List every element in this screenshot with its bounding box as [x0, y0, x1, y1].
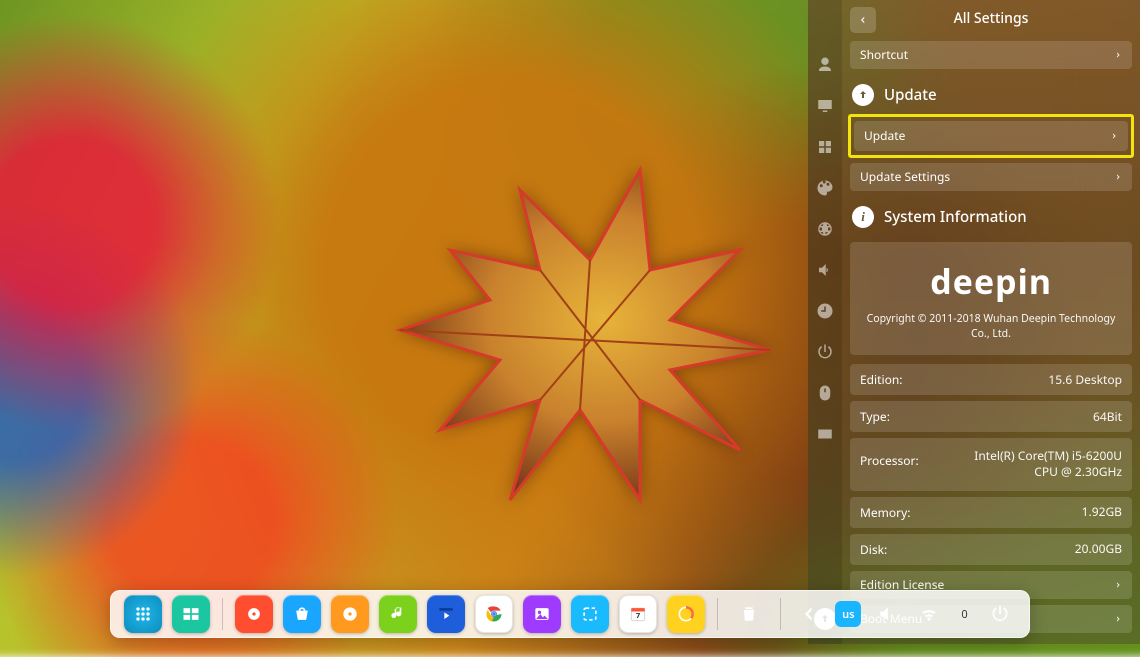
music-icon[interactable] — [331, 595, 369, 633]
dock-separator — [717, 598, 718, 630]
processor-row: Processor: Intel(R) Core(TM) i5-6200U CP… — [850, 438, 1132, 490]
disk-row: Disk: 20.00GB — [850, 534, 1132, 565]
brand-card: deepin Copyright © 2011-2018 Wuhan Deepi… — [850, 242, 1132, 355]
mouse-icon[interactable] — [816, 384, 834, 402]
sysinfo-section-header: i System Information — [852, 206, 1130, 228]
keyboard-layout-indicator[interactable]: us — [835, 601, 861, 627]
tray-chevron-icon[interactable] — [799, 604, 819, 624]
memory-key: Memory: — [860, 504, 910, 521]
system-monitor-icon[interactable] — [667, 595, 705, 633]
update-section-icon — [852, 84, 874, 106]
tray-sound-icon[interactable] — [871, 595, 903, 633]
type-row: Type: 64Bit — [850, 401, 1132, 432]
screenshot-icon[interactable] — [571, 595, 609, 633]
panel-title: All Settings — [954, 9, 1029, 28]
processor-value: Intel(R) Core(TM) i5-6200U CPU @ 2.30GHz — [952, 448, 1122, 480]
svg-text:7: 7 — [636, 611, 641, 621]
clock-text: 0 — [961, 607, 967, 622]
power-icon[interactable] — [816, 343, 834, 361]
calendar-icon[interactable]: 7 — [619, 595, 657, 633]
update-settings-row[interactable]: Update Settings — [850, 163, 1132, 191]
tray-power-icon[interactable] — [984, 595, 1016, 633]
launcher-icon[interactable] — [124, 595, 162, 633]
app-store-icon[interactable] — [283, 595, 321, 633]
edition-value: 15.6 Desktop — [1048, 372, 1122, 388]
multitask-icon[interactable] — [172, 595, 210, 633]
keyboard-layout-label: us — [842, 607, 854, 622]
movie-icon[interactable] — [427, 595, 465, 633]
dock: 7 us 0 — [0, 590, 1140, 638]
sysinfo-section-label: System Information — [884, 207, 1027, 227]
accounts-icon[interactable] — [816, 56, 834, 74]
time-date-icon[interactable] — [816, 302, 834, 320]
update-settings-label: Update Settings — [860, 168, 950, 185]
settings-panel-body: All Settings Shortcut Update Update Upda… — [842, 0, 1140, 644]
display-icon[interactable] — [816, 97, 834, 115]
type-value: 64Bit — [1093, 409, 1122, 425]
highlight-annotation: Update — [848, 114, 1134, 158]
update-section-label: Update — [884, 85, 937, 105]
image-viewer-icon[interactable] — [523, 595, 561, 633]
clock[interactable]: 0 — [955, 607, 973, 622]
default-apps-icon[interactable] — [816, 138, 834, 156]
dock-separator — [222, 598, 223, 630]
back-button[interactable] — [850, 7, 876, 33]
dock-separator — [780, 598, 781, 630]
type-key: Type: — [860, 408, 890, 425]
update-row[interactable]: Update — [854, 121, 1128, 151]
memory-value: 1.92GB — [1082, 504, 1122, 520]
update-section-header: Update — [852, 84, 1130, 106]
disk-key: Disk: — [860, 541, 887, 558]
trash-icon[interactable] — [730, 595, 768, 633]
tray-area[interactable] — [793, 595, 825, 633]
personalization-icon[interactable] — [816, 179, 834, 197]
music-note-icon[interactable] — [379, 595, 417, 633]
edition-key: Edition: — [860, 371, 902, 388]
network-icon[interactable] — [816, 220, 834, 238]
info-icon: i — [852, 206, 874, 228]
shortcut-row[interactable]: Shortcut — [850, 41, 1132, 69]
edition-row: Edition: 15.6 Desktop — [850, 364, 1132, 395]
sound-icon[interactable] — [816, 261, 834, 279]
brand-logo-text: deepin — [860, 258, 1122, 304]
memory-row: Memory: 1.92GB — [850, 497, 1132, 528]
chevron-right-icon — [1114, 46, 1122, 63]
settings-panel: All Settings Shortcut Update Update Upda… — [808, 0, 1140, 644]
disk-value: 20.00GB — [1075, 541, 1122, 557]
keyboard-icon[interactable] — [816, 425, 834, 443]
update-label: Update — [864, 127, 905, 144]
wallpaper-leaf — [340, 100, 780, 540]
chevron-right-icon — [1114, 168, 1122, 185]
shortcut-label: Shortcut — [860, 46, 908, 63]
copyright-text: Copyright © 2011-2018 Wuhan Deepin Techn… — [860, 312, 1122, 341]
panel-header: All Settings — [848, 0, 1134, 38]
settings-nav-rail — [808, 0, 842, 644]
file-manager-icon[interactable] — [235, 595, 273, 633]
tray-network-icon[interactable] — [913, 595, 945, 633]
chrome-icon[interactable] — [475, 595, 513, 633]
processor-key: Processor: — [860, 448, 919, 469]
chevron-right-icon — [1110, 127, 1118, 144]
